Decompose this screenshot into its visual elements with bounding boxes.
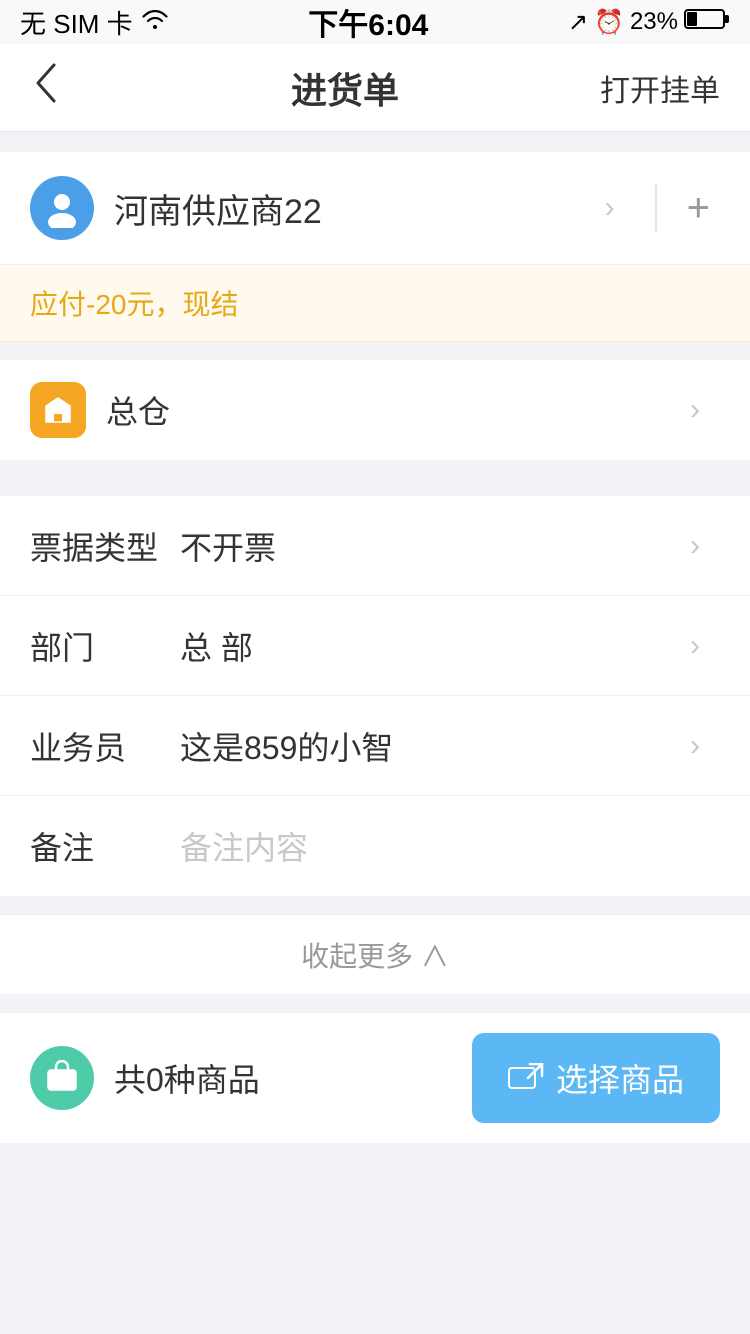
status-bar: 无 SIM 卡 下午6:04 ↗ ⏰ 23% [0, 0, 750, 44]
warehouse-icon-wrap [30, 382, 86, 438]
product-count-label: 共0种商品 [114, 1055, 472, 1101]
invoice-type-row[interactable]: 票据类型 不开票 › [0, 496, 750, 596]
status-time: 下午6:04 [308, 0, 428, 44]
remark-label: 备注 [30, 823, 170, 869]
status-right: ↗ ⏰ 23% [568, 7, 730, 38]
salesperson-value: 这是859的小智 [170, 723, 690, 769]
invoice-type-chevron-icon: › [690, 529, 700, 563]
warehouse-row[interactable]: 总仓 › [0, 360, 750, 460]
form-section: 票据类型 不开票 › 部门 总 部 › 业务员 这是859的小智 › 备注 备注… [0, 496, 750, 896]
invoice-type-value: 不开票 [170, 523, 690, 569]
page-title: 进货单 [291, 62, 399, 114]
wifi-icon [141, 8, 169, 37]
supplier-name: 河南供应商22 [114, 184, 605, 233]
supplier-section: 河南供应商22 › + 应付-20元，现结 [0, 152, 750, 342]
warehouse-label: 总仓 [106, 387, 690, 433]
open-pending-button[interactable]: 打开挂单 [600, 66, 720, 110]
nav-bar: 进货单 打开挂单 [0, 44, 750, 132]
department-label: 部门 [30, 623, 170, 669]
salesperson-chevron-icon: › [690, 729, 700, 763]
carrier-label: 无 SIM 卡 [20, 4, 133, 41]
supplier-row[interactable]: 河南供应商22 › + [0, 152, 750, 265]
collapse-button[interactable]: 收起更多 ∧ [0, 914, 750, 994]
warehouse-chevron-icon: › [690, 393, 700, 427]
invoice-type-label: 票据类型 [30, 523, 170, 569]
section-gap-1 [0, 132, 750, 152]
battery-label: 23% [630, 8, 678, 36]
salesperson-label: 业务员 [30, 723, 170, 769]
alarm-icon: ⏰ [594, 8, 624, 37]
add-supplier-button[interactable]: + [677, 186, 720, 231]
salesperson-row[interactable]: 业务员 这是859的小智 › [0, 696, 750, 796]
battery-icon [684, 7, 730, 38]
status-left: 无 SIM 卡 [20, 4, 169, 41]
back-button[interactable] [30, 59, 90, 117]
location-icon: ↗ [568, 8, 588, 37]
bottom-bar: 共0种商品 选择商品 [0, 1012, 750, 1143]
department-row[interactable]: 部门 总 部 › [0, 596, 750, 696]
supplier-avatar [30, 176, 94, 240]
warehouse-section: 总仓 › [0, 360, 750, 460]
select-product-button[interactable]: 选择商品 [472, 1033, 720, 1123]
notice-banner: 应付-20元，现结 [0, 265, 750, 342]
supplier-divider [655, 183, 657, 233]
product-icon-wrap [30, 1046, 94, 1110]
department-value: 总 部 [170, 623, 690, 669]
remark-row[interactable]: 备注 备注内容 [0, 796, 750, 896]
remark-placeholder[interactable]: 备注内容 [170, 823, 720, 869]
select-product-label: 选择商品 [556, 1055, 684, 1101]
section-gap-2 [0, 342, 750, 360]
supplier-chevron-icon: › [605, 191, 615, 225]
department-chevron-icon: › [690, 629, 700, 663]
section-gap-3 [0, 460, 750, 478]
